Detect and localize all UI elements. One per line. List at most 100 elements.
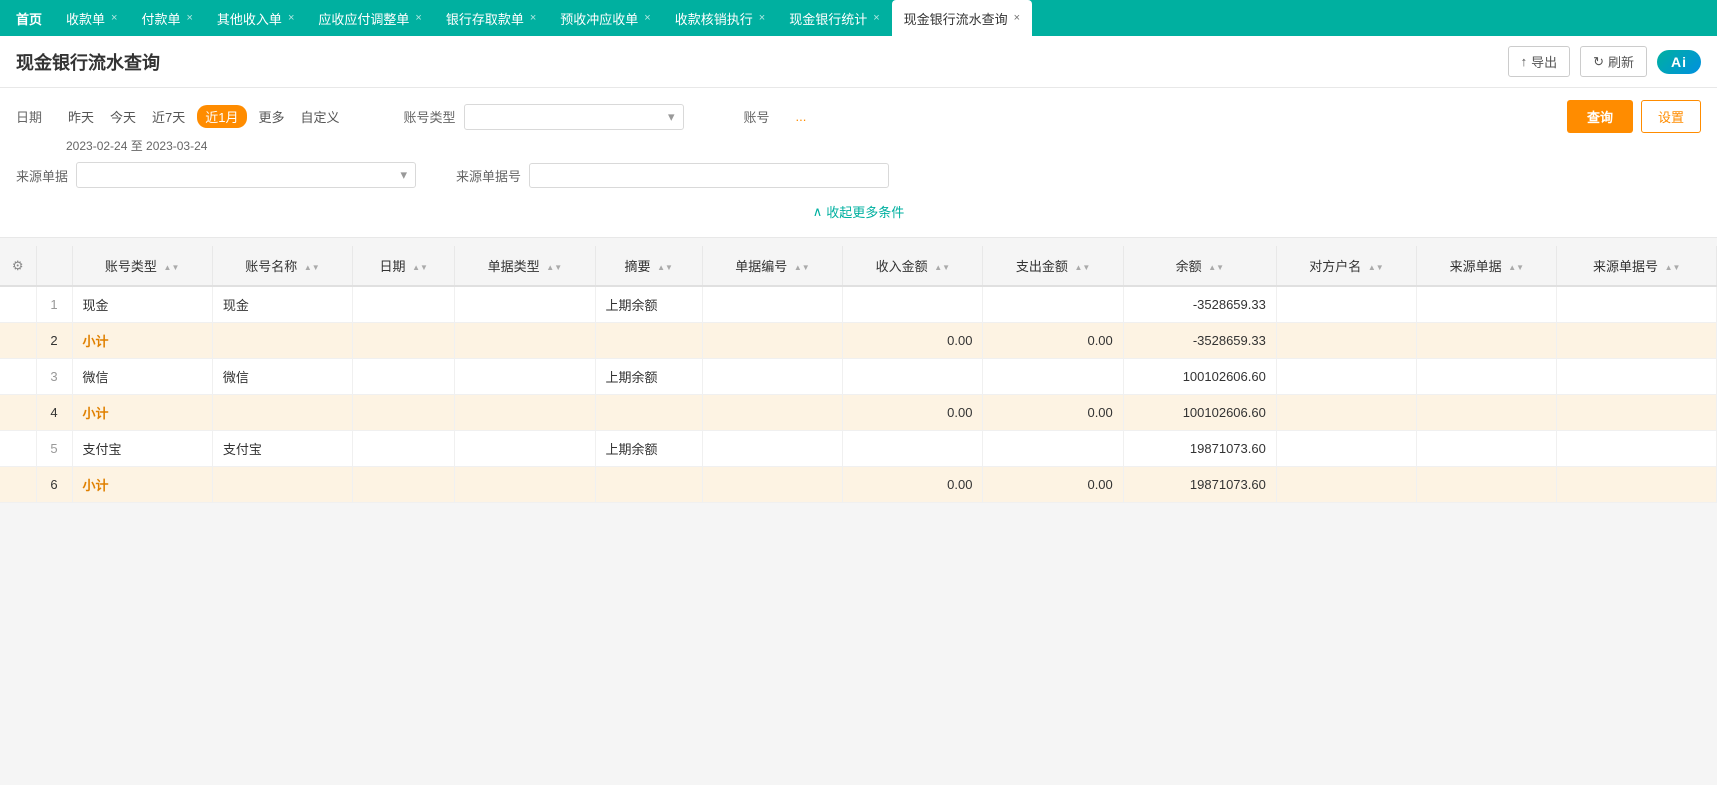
filter-area: 日期 昨天 今天 近7天 近1月 更多 自定义 账号类型 ▾ 账号 ... bbox=[0, 88, 1717, 238]
row-expense-cell bbox=[983, 286, 1123, 323]
collapse-bar[interactable]: ∧ 收起更多条件 bbox=[16, 198, 1701, 225]
row-gear-cell bbox=[0, 467, 36, 503]
column-source-doc-no[interactable]: 来源单据号 ▲▼ bbox=[1557, 246, 1717, 286]
account-type-select[interactable]: ▾ bbox=[464, 104, 684, 130]
row-summary-cell bbox=[595, 467, 702, 503]
row-account_type-cell: 支付宝 bbox=[72, 431, 212, 467]
nav-tab-shoukuanhexiao[interactable]: 收款核销执行 × bbox=[663, 0, 777, 36]
date-shortcuts: 昨天 今天 近7天 近1月 更多 自定义 bbox=[64, 105, 344, 128]
page-title: 现金银行流水查询 bbox=[16, 49, 160, 75]
row-source_doc-cell bbox=[1417, 431, 1557, 467]
column-summary[interactable]: 摘要 ▲▼ bbox=[595, 246, 702, 286]
row-counterpart-cell bbox=[1276, 467, 1416, 503]
column-expense[interactable]: 支出金额 ▲▼ bbox=[983, 246, 1123, 286]
nav-tab-tiaozhendan[interactable]: 应收应付调整单 × bbox=[306, 0, 433, 36]
row-source_doc_no-cell bbox=[1557, 286, 1717, 323]
export-button[interactable]: ↑ 导出 bbox=[1508, 46, 1571, 77]
shortcut-today[interactable]: 今天 bbox=[106, 105, 140, 128]
column-doc-no[interactable]: 单据编号 ▲▼ bbox=[702, 246, 842, 286]
row-source_doc-cell bbox=[1417, 359, 1557, 395]
ai-button[interactable]: Ai bbox=[1657, 50, 1701, 74]
row-gear-cell bbox=[0, 323, 36, 359]
table-row: 1现金现金上期余额-3528659.33 bbox=[0, 286, 1717, 323]
row-source_doc-cell bbox=[1417, 395, 1557, 431]
nav-tab-shoukuan[interactable]: 收款单 × bbox=[54, 0, 129, 36]
header-actions: ↑ 导出 ↻ 刷新 Ai bbox=[1508, 46, 1701, 77]
shortcut-7days[interactable]: 近7天 bbox=[148, 105, 189, 128]
row-balance-cell: 19871073.60 bbox=[1123, 467, 1276, 503]
settings-button[interactable]: 设置 bbox=[1641, 100, 1701, 133]
row-source_doc_no-cell bbox=[1557, 323, 1717, 359]
sort-icon-4: ▲▼ bbox=[546, 264, 562, 272]
row-account_name-cell: 支付宝 bbox=[212, 431, 352, 467]
table-row: 4小计0.000.00100102606.60 bbox=[0, 395, 1717, 431]
row-source_doc-cell bbox=[1417, 323, 1557, 359]
sort-icon-6: ▲▼ bbox=[794, 264, 810, 272]
column-income[interactable]: 收入金额 ▲▼ bbox=[843, 246, 983, 286]
close-icon[interactable]: × bbox=[186, 12, 192, 24]
row-balance-cell: -3528659.33 bbox=[1123, 323, 1276, 359]
row-doc_type-cell bbox=[455, 467, 595, 503]
shortcut-custom[interactable]: 自定义 bbox=[297, 105, 344, 128]
row-expense-cell: 0.00 bbox=[983, 323, 1123, 359]
row-source_doc_no-cell bbox=[1557, 431, 1717, 467]
row-source_doc_no-cell bbox=[1557, 395, 1717, 431]
column-settings[interactable]: ⚙ bbox=[0, 246, 36, 286]
row-gear-cell bbox=[0, 359, 36, 395]
row-gear-cell bbox=[0, 286, 36, 323]
row-income-cell bbox=[843, 286, 983, 323]
column-doc-type[interactable]: 单据类型 ▲▼ bbox=[455, 246, 595, 286]
row-balance-cell: 100102606.60 bbox=[1123, 359, 1276, 395]
close-icon[interactable]: × bbox=[644, 12, 650, 24]
sort-icon-11: ▲▼ bbox=[1508, 264, 1524, 272]
source-doc-no-filter-group: 来源单据号 bbox=[456, 163, 889, 188]
row-summary-cell bbox=[595, 323, 702, 359]
account-ellipsis-button[interactable]: ... bbox=[792, 107, 811, 126]
nav-tab-fukuan[interactable]: 付款单 × bbox=[129, 0, 204, 36]
query-button[interactable]: 查询 bbox=[1567, 100, 1633, 133]
row-account_name-cell bbox=[212, 323, 352, 359]
shortcut-more[interactable]: 更多 bbox=[255, 105, 289, 128]
close-icon[interactable]: × bbox=[111, 12, 117, 24]
close-icon[interactable]: × bbox=[415, 12, 421, 24]
nav-tab-yinhangcun[interactable]: 银行存取款单 × bbox=[434, 0, 548, 36]
row-balance-cell: 19871073.60 bbox=[1123, 431, 1276, 467]
nav-tab-qitashouru[interactable]: 其他收入单 × bbox=[205, 0, 306, 36]
source-doc-label: 来源单据 bbox=[16, 166, 68, 185]
nav-home[interactable]: 首页 bbox=[4, 0, 54, 36]
chevron-down-icon-2: ▾ bbox=[400, 167, 407, 183]
date-range-display: 2023-02-24 至 2023-03-24 bbox=[66, 137, 1701, 154]
nav-tab-xianjintongji[interactable]: 现金银行统计 × bbox=[777, 0, 891, 36]
column-account-type[interactable]: 账号类型 ▲▼ bbox=[72, 246, 212, 286]
close-icon[interactable]: × bbox=[530, 12, 536, 24]
shortcut-yesterday[interactable]: 昨天 bbox=[64, 105, 98, 128]
column-account-name[interactable]: 账号名称 ▲▼ bbox=[212, 246, 352, 286]
row-date-cell bbox=[353, 395, 455, 431]
nav-tab-yushouc[interactable]: 预收冲应收单 × bbox=[548, 0, 662, 36]
close-icon[interactable]: × bbox=[1014, 12, 1020, 24]
close-icon[interactable]: × bbox=[759, 12, 765, 24]
date-filter-group: 日期 昨天 今天 近7天 近1月 更多 自定义 bbox=[16, 105, 344, 128]
row-expense-cell: 0.00 bbox=[983, 467, 1123, 503]
row-doc_no-cell bbox=[702, 323, 842, 359]
shortcut-1month[interactable]: 近1月 bbox=[197, 105, 246, 128]
nav-tab-liushuichaxun[interactable]: 现金银行流水查询 × bbox=[892, 0, 1032, 36]
close-icon[interactable]: × bbox=[288, 12, 294, 24]
row-account_type-cell: 现金 bbox=[72, 286, 212, 323]
collapse-icon: ∧ bbox=[813, 204, 823, 220]
column-balance[interactable]: 余额 ▲▼ bbox=[1123, 246, 1276, 286]
refresh-button[interactable]: ↻ 刷新 bbox=[1580, 46, 1647, 77]
close-icon[interactable]: × bbox=[873, 12, 879, 24]
source-doc-no-input[interactable] bbox=[529, 163, 889, 188]
source-doc-select[interactable]: ▾ bbox=[76, 162, 416, 188]
row-summary-cell: 上期余额 bbox=[595, 286, 702, 323]
column-date[interactable]: 日期 ▲▼ bbox=[353, 246, 455, 286]
row-summary-cell: 上期余额 bbox=[595, 359, 702, 395]
date-label: 日期 bbox=[16, 107, 56, 126]
row-num-cell: 4 bbox=[36, 395, 72, 431]
column-counterpart[interactable]: 对方户名 ▲▼ bbox=[1276, 246, 1416, 286]
column-source-doc[interactable]: 来源单据 ▲▼ bbox=[1417, 246, 1557, 286]
account-filter-group: 账号 ... bbox=[744, 107, 811, 126]
sort-icon-5: ▲▼ bbox=[657, 264, 673, 272]
row-income-cell bbox=[843, 431, 983, 467]
